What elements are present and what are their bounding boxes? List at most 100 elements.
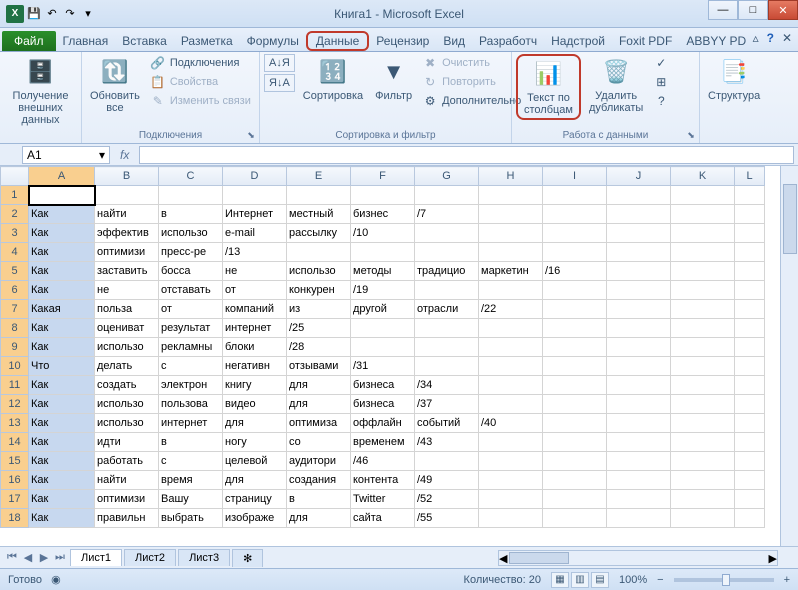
- cell-L5[interactable]: [735, 262, 765, 281]
- column-header-J[interactable]: J: [607, 167, 671, 186]
- cell-G5[interactable]: традицио: [415, 262, 479, 281]
- view-pagebreak-button[interactable]: ▤: [591, 572, 609, 588]
- row-header-5[interactable]: 5: [1, 262, 29, 281]
- cell-A13[interactable]: Как: [29, 414, 95, 433]
- cell-K12[interactable]: [671, 395, 735, 414]
- cell-G7[interactable]: отрасли: [415, 300, 479, 319]
- cell-B9[interactable]: использо: [95, 338, 159, 357]
- zoom-level[interactable]: 100%: [619, 574, 647, 586]
- cell-B13[interactable]: использо: [95, 414, 159, 433]
- cell-G16[interactable]: /49: [415, 471, 479, 490]
- row-header-11[interactable]: 11: [1, 376, 29, 395]
- cell-E10[interactable]: отзывами: [287, 357, 351, 376]
- row-header-7[interactable]: 7: [1, 300, 29, 319]
- cell-F17[interactable]: Twitter: [351, 490, 415, 509]
- cell-K11[interactable]: [671, 376, 735, 395]
- cell-C17[interactable]: Вашу: [159, 490, 223, 509]
- row-header-10[interactable]: 10: [1, 357, 29, 376]
- zoom-in-button[interactable]: +: [784, 574, 790, 586]
- column-header-F[interactable]: F: [351, 167, 415, 186]
- cell-B17[interactable]: оптимизи: [95, 490, 159, 509]
- group-launcher-icon[interactable]: ⬊: [685, 129, 697, 141]
- row-header-18[interactable]: 18: [1, 509, 29, 528]
- cell-I3[interactable]: [543, 224, 607, 243]
- cell-A16[interactable]: Как: [29, 471, 95, 490]
- tab-view[interactable]: Вид: [436, 31, 472, 51]
- cell-F4[interactable]: [351, 243, 415, 262]
- cell-E1[interactable]: [287, 186, 351, 205]
- cell-J16[interactable]: [607, 471, 671, 490]
- column-header-I[interactable]: I: [543, 167, 607, 186]
- cell-D1[interactable]: [223, 186, 287, 205]
- connections-button[interactable]: 🔗Подключения: [148, 54, 253, 72]
- cell-A3[interactable]: Как: [29, 224, 95, 243]
- cell-D12[interactable]: видео: [223, 395, 287, 414]
- cell-E15[interactable]: аудитори: [287, 452, 351, 471]
- cell-C1[interactable]: [159, 186, 223, 205]
- cell-E18[interactable]: для: [287, 509, 351, 528]
- cell-H13[interactable]: /40: [479, 414, 543, 433]
- cell-L10[interactable]: [735, 357, 765, 376]
- cell-A7[interactable]: Какая: [29, 300, 95, 319]
- cell-C5[interactable]: босса: [159, 262, 223, 281]
- row-header-2[interactable]: 2: [1, 205, 29, 224]
- cell-I11[interactable]: [543, 376, 607, 395]
- advanced-filter-button[interactable]: ⚙Дополнительно: [420, 92, 523, 110]
- cell-F15[interactable]: /46: [351, 452, 415, 471]
- cell-A11[interactable]: Как: [29, 376, 95, 395]
- tab-addins[interactable]: Надстрой: [544, 31, 612, 51]
- sheet-tab-1[interactable]: Лист1: [70, 549, 122, 566]
- cell-L2[interactable]: [735, 205, 765, 224]
- reapply-button[interactable]: ↻Повторить: [420, 73, 523, 91]
- cell-J8[interactable]: [607, 319, 671, 338]
- sheet-tab-2[interactable]: Лист2: [124, 549, 176, 566]
- cell-B6[interactable]: не: [95, 281, 159, 300]
- cell-G13[interactable]: событий: [415, 414, 479, 433]
- cell-G10[interactable]: [415, 357, 479, 376]
- cell-A2[interactable]: Как: [29, 205, 95, 224]
- cell-H1[interactable]: [479, 186, 543, 205]
- cell-C15[interactable]: с: [159, 452, 223, 471]
- cell-I4[interactable]: [543, 243, 607, 262]
- zoom-slider[interactable]: [674, 578, 774, 582]
- cell-G14[interactable]: /43: [415, 433, 479, 452]
- cell-D8[interactable]: интернет: [223, 319, 287, 338]
- cell-K18[interactable]: [671, 509, 735, 528]
- cell-F8[interactable]: [351, 319, 415, 338]
- row-header-14[interactable]: 14: [1, 433, 29, 452]
- tab-review[interactable]: Рецензир: [369, 31, 436, 51]
- cell-H3[interactable]: [479, 224, 543, 243]
- cell-E8[interactable]: /25: [287, 319, 351, 338]
- cell-G2[interactable]: /7: [415, 205, 479, 224]
- cell-G8[interactable]: [415, 319, 479, 338]
- tab-foxit[interactable]: Foxit PDF: [612, 31, 679, 51]
- close-button[interactable]: ✕: [768, 0, 798, 20]
- cell-L18[interactable]: [735, 509, 765, 528]
- cell-L6[interactable]: [735, 281, 765, 300]
- cell-H7[interactable]: /22: [479, 300, 543, 319]
- scroll-right-icon[interactable]: ▶: [769, 552, 777, 565]
- file-tab[interactable]: Файл: [2, 31, 56, 51]
- cell-D2[interactable]: Интернет: [223, 205, 287, 224]
- cell-I2[interactable]: [543, 205, 607, 224]
- cell-G18[interactable]: /55: [415, 509, 479, 528]
- cell-F7[interactable]: другой: [351, 300, 415, 319]
- cell-L11[interactable]: [735, 376, 765, 395]
- column-header-H[interactable]: H: [479, 167, 543, 186]
- cell-K7[interactable]: [671, 300, 735, 319]
- macro-record-icon[interactable]: ◉: [51, 574, 61, 586]
- cell-F1[interactable]: [351, 186, 415, 205]
- row-header-17[interactable]: 17: [1, 490, 29, 509]
- cell-J17[interactable]: [607, 490, 671, 509]
- cell-C8[interactable]: результат: [159, 319, 223, 338]
- cell-B7[interactable]: польза: [95, 300, 159, 319]
- cell-G17[interactable]: /52: [415, 490, 479, 509]
- vertical-scrollbar[interactable]: [780, 166, 798, 546]
- cell-J14[interactable]: [607, 433, 671, 452]
- cell-K9[interactable]: [671, 338, 735, 357]
- column-header-G[interactable]: G: [415, 167, 479, 186]
- cell-K17[interactable]: [671, 490, 735, 509]
- column-header-L[interactable]: L: [735, 167, 765, 186]
- spreadsheet-grid[interactable]: ABCDEFGHIJKL12КакнайтивИнтернетместныйби…: [0, 166, 765, 528]
- cell-J18[interactable]: [607, 509, 671, 528]
